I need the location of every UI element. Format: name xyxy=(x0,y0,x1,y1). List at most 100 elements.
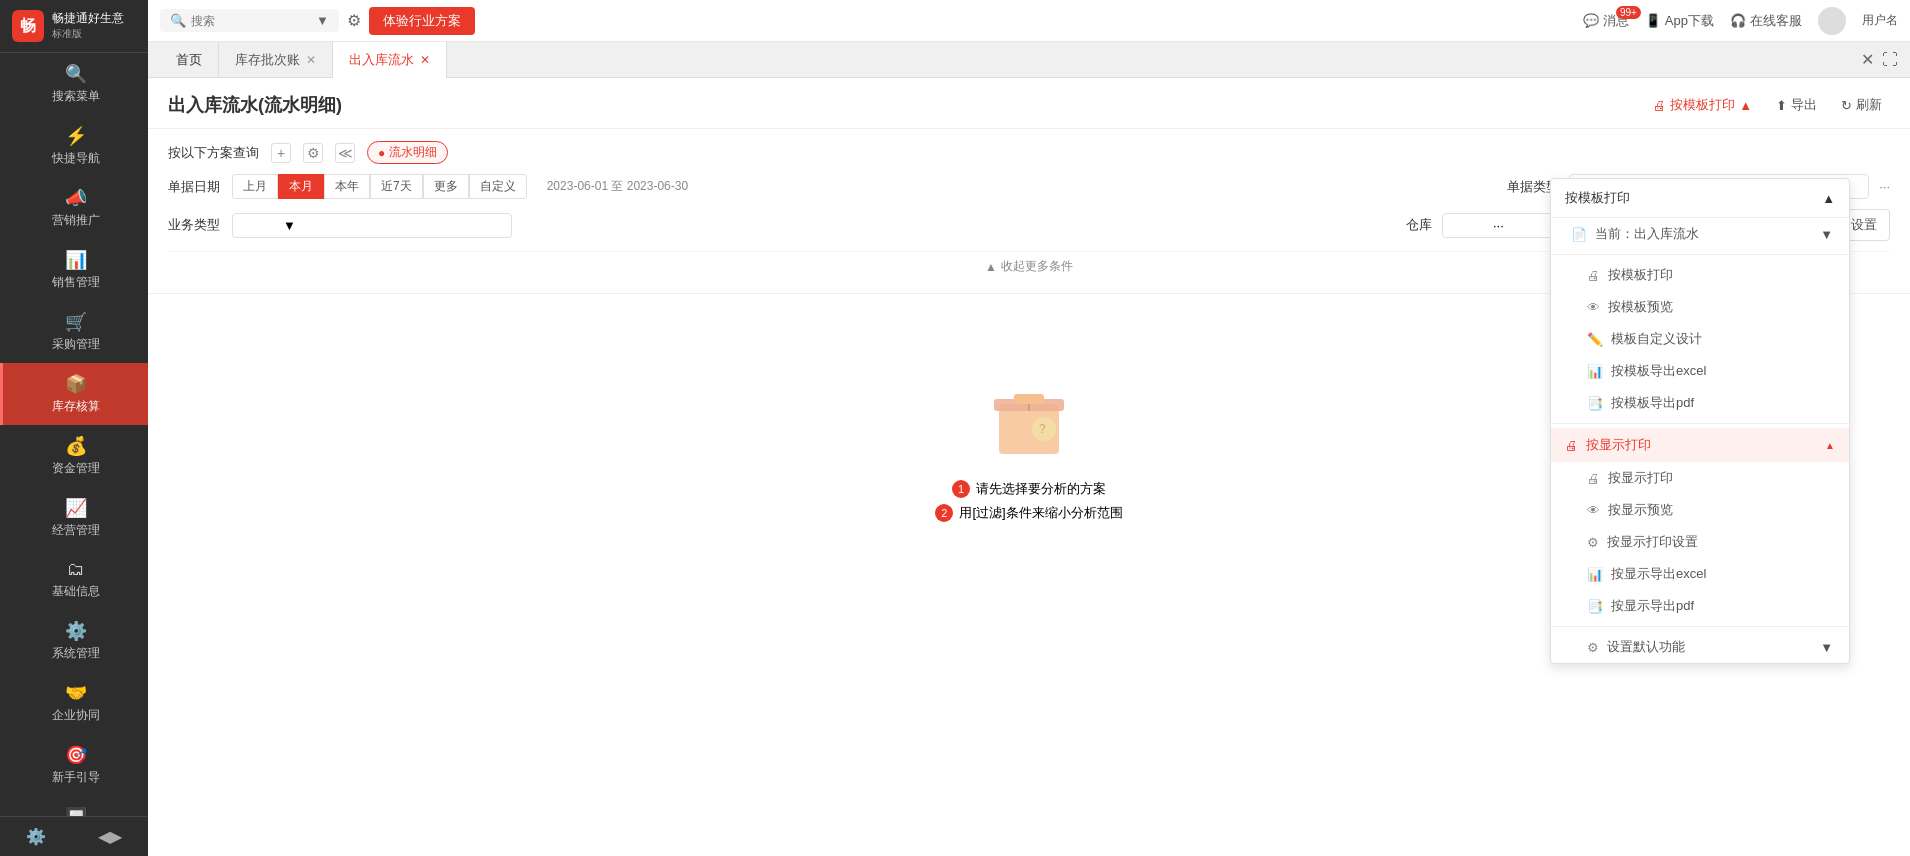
display-print-settings-item[interactable]: ⚙ 按显示打印设置 xyxy=(1551,526,1849,558)
sidebar-item-finance[interactable]: 💰 资金管理 xyxy=(0,425,148,487)
corp-icon: 🤝 xyxy=(65,682,87,704)
trial-button[interactable]: 体验行业方案 xyxy=(369,7,475,35)
sidebar-item-sales[interactable]: 📊 销售管理 xyxy=(0,239,148,301)
date-curr-year-btn[interactable]: 本年 xyxy=(324,174,370,199)
logo-text: 畅捷通好生意 xyxy=(52,11,124,27)
tab-in-out-flow[interactable]: 出入库流水 ✕ xyxy=(333,42,447,78)
print-template-button[interactable]: 🖨 按模板打印 ▲ xyxy=(1645,92,1760,118)
filter-row-1: 按以下方案查询 + ⚙ ≪ ● 流水明细 xyxy=(168,141,1890,164)
date-last7days-btn[interactable]: 近7天 xyxy=(370,174,423,199)
biz-type-dropdown-icon: ▼ xyxy=(283,218,296,233)
tab-home[interactable]: 首页 xyxy=(160,42,219,78)
sidebar-item-label: 库存核算 xyxy=(52,398,100,415)
operation-icon: 📈 xyxy=(65,497,87,519)
warehouse-label: 仓库 xyxy=(1406,216,1432,234)
dropdown-current-label[interactable]: 📄 当前：出入库流水 ▼ xyxy=(1551,218,1849,250)
refresh-icon: ↻ xyxy=(1841,98,1852,113)
message-badge[interactable]: 💬 消息 99+ xyxy=(1583,12,1629,30)
logo-sub: 标准版 xyxy=(52,27,124,41)
sidebar-item-operation[interactable]: 📈 经营管理 xyxy=(0,487,148,549)
empty-step-2: 2 用[过滤]条件来缩小分析范围 xyxy=(935,504,1122,522)
chevron-up-icon[interactable]: ▲ xyxy=(1822,191,1835,206)
sidebar-item-search[interactable]: 🔍 搜索菜单 xyxy=(0,53,148,115)
display-export-pdf-label: 按显示导出pdf xyxy=(1611,597,1694,615)
dropdown-header: 按模板打印 ▲ xyxy=(1551,179,1849,218)
set-default-item[interactable]: ⚙ 设置默认功能 ▼ xyxy=(1551,631,1849,663)
filter-label: 按以下方案查询 xyxy=(168,144,259,162)
system-icon: ⚙️ xyxy=(65,620,87,642)
display-print-section-title[interactable]: 🖨 按显示打印 ▲ xyxy=(1551,428,1849,462)
display-export-pdf-item[interactable]: 📑 按显示导出pdf xyxy=(1551,590,1849,622)
sidebar-item-appstore[interactable]: 🔲 应用中心 xyxy=(0,796,148,816)
date-more-btn[interactable]: 更多 xyxy=(423,174,469,199)
biz-type-label: 业务类型 xyxy=(168,216,220,234)
display-print-settings-label: 按显示打印设置 xyxy=(1607,533,1698,551)
content-area: 出入库流水(流水明细) 🖨 按模板打印 ▲ ⬆ 导出 ↻ 刷新 xyxy=(148,78,1910,856)
display-preview-item[interactable]: 👁 按显示预览 xyxy=(1551,494,1849,526)
search-input[interactable] xyxy=(191,14,311,28)
sidebar-item-base[interactable]: 🗂 基础信息 xyxy=(0,549,148,610)
display-print-label: 按显示打印 xyxy=(1608,469,1673,487)
sidebar-nav: 🔍 搜索菜单 ⚡ 快捷导航 📣 营销推广 📊 销售管理 🛒 采购管理 📦 xyxy=(0,53,148,816)
step-2-text: 用[过滤]条件来缩小分析范围 xyxy=(959,504,1122,522)
template-export-excel-item[interactable]: 📊 按模板导出excel xyxy=(1551,355,1849,387)
filter-settings-button[interactable]: ⚙ xyxy=(303,143,323,163)
tab-batch-account-label: 库存批次账 xyxy=(235,51,300,69)
main-area: 🔍 ▼ ⚙ 体验行业方案 💬 消息 99+ 📱 App下载 🎧 在线客服 xyxy=(148,0,1910,856)
tab-close-all-icon[interactable]: ✕ xyxy=(1861,50,1874,69)
template-preview-item[interactable]: 👁 按模板预览 xyxy=(1551,291,1849,323)
online-service-label: 在线客服 xyxy=(1750,12,1802,30)
filter-add-button[interactable]: + xyxy=(271,143,291,163)
date-prev-month-btn[interactable]: 上月 xyxy=(232,174,278,199)
topbar: 🔍 ▼ ⚙ 体验行业方案 💬 消息 99+ 📱 App下载 🎧 在线客服 xyxy=(148,0,1910,42)
headset-icon: 🎧 xyxy=(1730,13,1746,28)
tab-expand-icon[interactable]: ⛶ xyxy=(1882,51,1898,69)
tab-in-out-flow-label: 出入库流水 xyxy=(349,51,414,69)
search-dropdown-icon[interactable]: ▼ xyxy=(316,13,329,28)
empty-illustration: ? xyxy=(979,374,1079,474)
template-custom-item[interactable]: ✏️ 模板自定义设计 xyxy=(1551,323,1849,355)
sidebar-item-system[interactable]: ⚙️ 系统管理 xyxy=(0,610,148,672)
search-icon: 🔍 xyxy=(65,63,87,85)
sidebar-item-corp[interactable]: 🤝 企业协同 xyxy=(0,672,148,734)
tabbar-right: ✕ ⛶ xyxy=(1861,50,1898,69)
date-curr-month-btn[interactable]: 本月 xyxy=(278,174,324,199)
filter-collapse-button[interactable]: ≪ xyxy=(335,143,355,163)
display-export-excel-item[interactable]: 📊 按显示导出excel xyxy=(1551,558,1849,590)
settings-bottom-icon[interactable]: ⚙️ xyxy=(26,827,46,846)
sidebar-item-guide[interactable]: 🎯 新手引导 xyxy=(0,734,148,796)
template-export-pdf-item[interactable]: 📑 按模板导出pdf xyxy=(1551,387,1849,419)
date-filter-label: 单据日期 xyxy=(168,178,220,196)
refresh-button[interactable]: ↻ 刷新 xyxy=(1833,92,1890,118)
export-button[interactable]: ⬆ 导出 xyxy=(1768,92,1825,118)
template-print-item[interactable]: 🖨 按模板打印 xyxy=(1551,259,1849,291)
online-service-link[interactable]: 🎧 在线客服 xyxy=(1730,12,1802,30)
tab-batch-account-close[interactable]: ✕ xyxy=(306,53,316,67)
topbar-gear-icon[interactable]: ⚙ xyxy=(347,11,361,30)
step-1-num: 1 xyxy=(952,480,970,498)
sidebar-item-purchase[interactable]: 🛒 采购管理 xyxy=(0,301,148,363)
user-avatar[interactable] xyxy=(1818,7,1846,35)
display-print-section-icon: 🖨 xyxy=(1565,438,1578,453)
biz-type-select[interactable]: ▼ xyxy=(232,213,512,238)
tab-in-out-flow-close[interactable]: ✕ xyxy=(420,53,430,67)
date-filter-group: 上月 本月 本年 近7天 更多 自定义 xyxy=(232,174,527,199)
collapse-icon[interactable]: ◀▶ xyxy=(98,827,122,846)
topbar-search[interactable]: 🔍 ▼ xyxy=(160,9,339,32)
message-count: 99+ xyxy=(1616,6,1641,19)
sidebar-item-inventory[interactable]: 📦 库存核算 xyxy=(0,363,148,425)
app-download-label: App下载 xyxy=(1665,12,1714,30)
sidebar-item-marketing[interactable]: 📣 营销推广 xyxy=(0,177,148,239)
guide-icon: 🎯 xyxy=(65,744,87,766)
chevron-down-icon: ▼ xyxy=(1820,227,1833,242)
filter-tag-flow-detail[interactable]: ● 流水明细 xyxy=(367,141,448,164)
doc-type-more-icon[interactable]: ··· xyxy=(1879,179,1890,194)
export-icon: ⬆ xyxy=(1776,98,1787,113)
app-download-link[interactable]: 📱 App下载 xyxy=(1645,12,1714,30)
date-custom-btn[interactable]: 自定义 xyxy=(469,174,527,199)
step-1-text: 请先选择要分析的方案 xyxy=(976,480,1106,498)
tab-batch-account[interactable]: 库存批次账 ✕ xyxy=(219,42,333,78)
chevron-up-icon: ▲ xyxy=(985,260,997,274)
display-print-item[interactable]: 🖨 按显示打印 xyxy=(1551,462,1849,494)
sidebar-item-quick-nav[interactable]: ⚡ 快捷导航 xyxy=(0,115,148,177)
